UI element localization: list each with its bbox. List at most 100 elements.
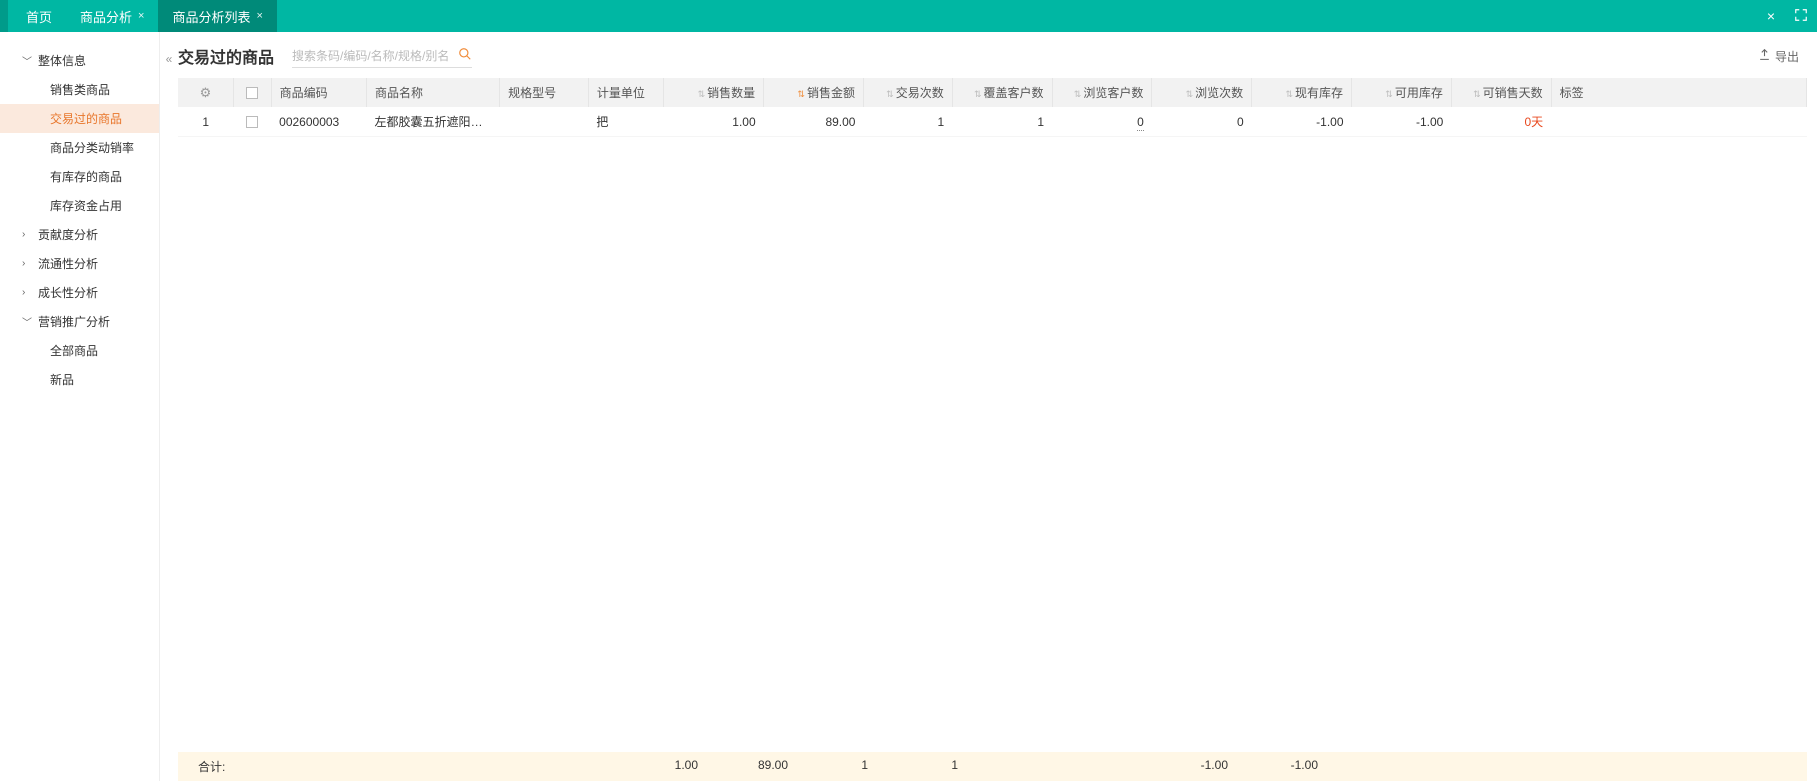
col-header-qty[interactable]: ⇅销售数量 [664,78,764,107]
footer-cell-gear: 合计: [178,758,228,775]
footer-cell-code [262,758,348,775]
footer-cell-tx: 1 [796,758,876,775]
footer-cell-amt: 89.00 [706,758,796,775]
tab-label: 商品分析 [80,7,132,26]
data-table: ⚙商品编码商品名称规格型号计量单位⇅销售数量⇅销售金额⇅交易次数⇅覆盖客户数⇅浏… [178,78,1807,137]
col-label: 覆盖客户数 [984,86,1044,100]
export-icon [1758,48,1771,64]
col-label: 浏览次数 [1195,86,1243,100]
footer-cell-tag [1416,758,1646,775]
col-header-name: 商品名称 [367,78,500,107]
sidebar-group-contribution[interactable]: › 贡献度分析 [0,220,159,249]
row-checkbox[interactable] [246,116,258,128]
col-label: 交易次数 [896,86,944,100]
close-icon[interactable]: × [138,10,144,22]
col-header-days[interactable]: ⇅可销售天数 [1451,78,1551,107]
cell-tag [1551,107,1806,137]
table-scroll[interactable]: ⚙商品编码商品名称规格型号计量单位⇅销售数量⇅销售金额⇅交易次数⇅覆盖客户数⇅浏… [178,78,1817,752]
col-header-tx[interactable]: ⇅交易次数 [863,78,952,107]
cell-bcust: 0 [1052,107,1152,137]
export-button[interactable]: 导出 [1758,48,1799,65]
tab-product-analysis[interactable]: 商品分析 × [66,0,158,32]
sidebar-group-marketing[interactable]: ﹀ 营销推广分析 [0,307,159,336]
table-head: ⚙商品编码商品名称规格型号计量单位⇅销售数量⇅销售金额⇅交易次数⇅覆盖客户数⇅浏… [178,78,1807,107]
fullscreen-icon[interactable] [1791,8,1811,25]
sort-icon: ⇅ [1186,90,1194,98]
tab-product-analysis-list[interactable]: 商品分析列表 × [158,0,276,32]
content-header: 交易过的商品 导出 [178,44,1817,78]
sidebar-group-label: 营销推广分析 [38,313,110,330]
col-header-bview[interactable]: ⇅浏览次数 [1152,78,1252,107]
col-header-bcust[interactable]: ⇅浏览客户数 [1052,78,1152,107]
cell-tx: 1 [863,107,952,137]
col-header-chk [233,78,271,107]
table-row[interactable]: 1002600003左都胶囊五折遮阳伞防晒伞;把1.0089.001100-1.… [178,107,1807,137]
col-header-code: 商品编码 [271,78,366,107]
col-label: 可用库存 [1395,86,1443,100]
col-label: 商品编码 [280,86,328,100]
sort-icon: ⇅ [1473,90,1481,98]
col-header-amt[interactable]: ⇅销售金额 [764,78,864,107]
sidebar-group-label: 成长性分析 [38,284,98,301]
select-all-checkbox[interactable] [246,87,258,99]
footer-cell-cust: 1 [876,758,966,775]
sort-icon: ⇅ [1385,90,1393,98]
search-icon[interactable] [458,47,472,64]
cell-name: 左都胶囊五折遮阳伞防晒伞; [367,107,500,137]
gear-icon[interactable]: ⚙ [200,85,212,100]
sidebar-item-category-sale-rate[interactable]: 商品分类动销率 [0,133,159,162]
sort-icon: ⇅ [698,90,706,98]
main-layout: ﹀ 整体信息 销售类商品 交易过的商品 商品分类动销率 有库存的商品 库存资金占… [0,32,1817,781]
footer-cell-name [348,758,468,775]
col-label: 浏览客户数 [1083,86,1143,100]
sidebar-item-new-products[interactable]: 新品 [0,365,159,394]
search-wrap [292,45,472,68]
chevron-down-icon: ﹀ [22,53,32,68]
col-header-avail[interactable]: ⇅可用库存 [1352,78,1452,107]
col-header-unit: 计量单位 [588,78,663,107]
col-header-spec: 规格型号 [500,78,589,107]
sort-icon: ⇅ [1285,90,1293,98]
sidebar-group-growth[interactable]: › 成长性分析 [0,278,159,307]
col-label: 销售金额 [807,86,855,100]
sidebar-group-label: 贡献度分析 [38,226,98,243]
cell-avail: -1.00 [1352,107,1452,137]
footer-cell-bview [1056,758,1146,775]
footer-cell-bcust [966,758,1056,775]
sidebar-item-all-products[interactable]: 全部商品 [0,336,159,365]
col-header-stock[interactable]: ⇅现有库存 [1252,78,1352,107]
sidebar-item-traded-products[interactable]: 交易过的商品 [0,104,159,133]
cell-stock: -1.00 [1252,107,1352,137]
col-header-cust[interactable]: ⇅覆盖客户数 [952,78,1052,107]
sidebar-item-in-stock-products[interactable]: 有库存的商品 [0,162,159,191]
col-header-tag: 标签 [1551,78,1806,107]
cell-qty: 1.00 [664,107,764,137]
sidebar-group-overall[interactable]: ﹀ 整体信息 [0,46,159,75]
sidebar-collapse-column: « [160,32,178,781]
table-footer-totals: 合计:1.0089.0011-1.00-1.00 [178,752,1807,781]
cell-unit: 把 [588,107,663,137]
cell-spec [500,107,589,137]
tab-home[interactable]: 首页 [12,0,66,32]
sidebar-item-sale-products[interactable]: 销售类商品 [0,75,159,104]
col-label: 现有库存 [1295,86,1343,100]
sort-icon: ⇅ [797,90,805,98]
chevron-right-icon: › [22,229,32,240]
sidebar-group-liquidity[interactable]: › 流通性分析 [0,249,159,278]
search-input[interactable] [292,45,472,68]
chevron-right-icon: › [22,287,32,298]
page-title: 交易过的商品 [178,44,274,68]
footer-cell-stock: -1.00 [1146,758,1236,775]
cell-days: 0天 [1451,107,1551,137]
topbar-right-controls: × [1761,0,1817,32]
close-all-icon[interactable]: × [1761,8,1781,24]
col-label: 计量单位 [597,86,645,100]
sidebar-item-inventory-capital[interactable]: 库存资金占用 [0,191,159,220]
col-label: 销售数量 [707,86,755,100]
footer-cell-avail: -1.00 [1236,758,1326,775]
close-icon[interactable]: × [256,10,262,22]
collapse-sidebar-icon[interactable]: « [166,52,173,66]
cell-code: 002600003 [271,107,366,137]
footer-cell-qty: 1.00 [616,758,706,775]
sidebar-group-label: 整体信息 [38,52,86,69]
